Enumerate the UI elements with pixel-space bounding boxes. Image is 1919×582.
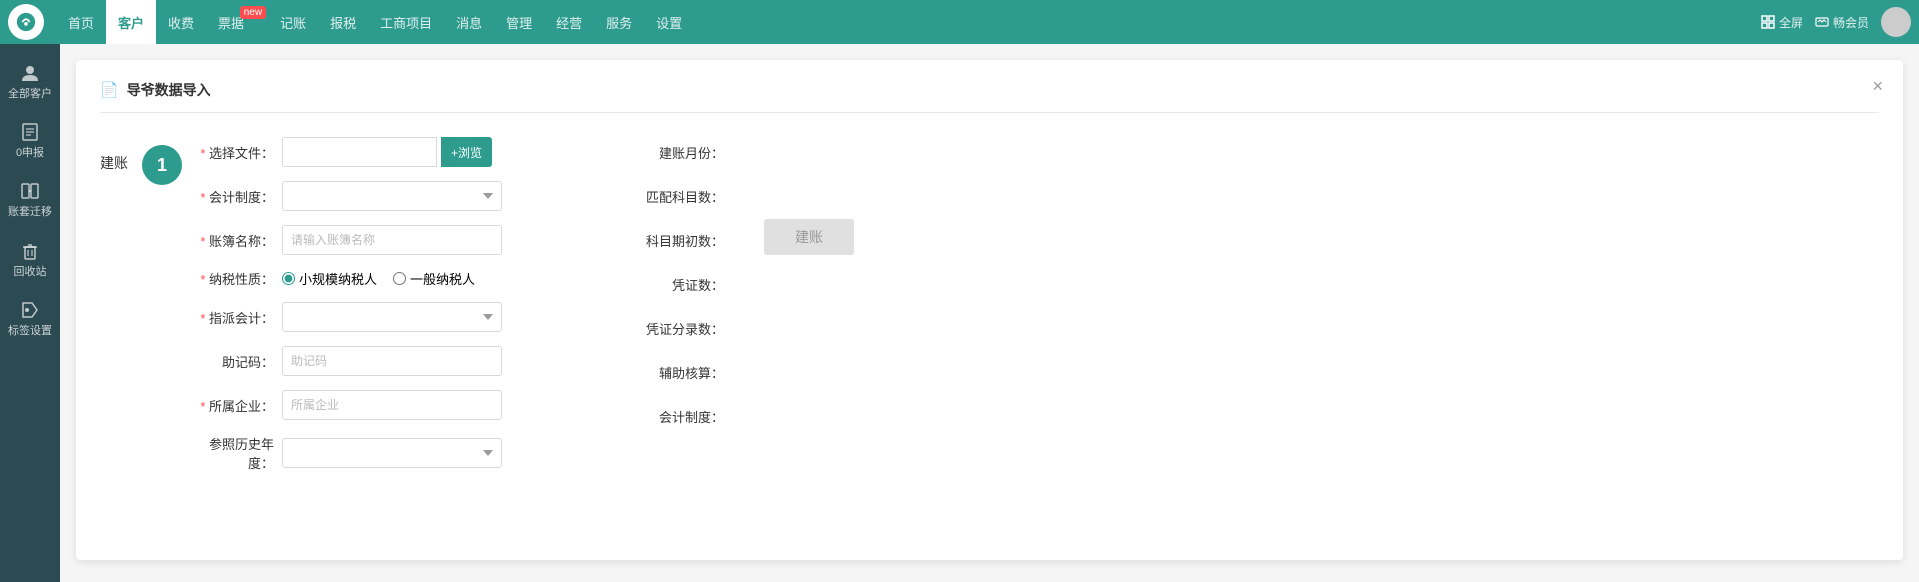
info-aux-value xyxy=(732,357,914,387)
account-migration-icon xyxy=(19,180,41,202)
import-panel: 📄 导爷数据导入 × 建账 1 选择文件： xyxy=(76,60,1903,560)
step-label: 建账 xyxy=(100,153,128,173)
vip-button[interactable]: 畅会员 xyxy=(1815,14,1869,31)
accounting-system-row: 会计制度： xyxy=(194,181,594,211)
info-voucher-label: 凭证数： xyxy=(634,275,724,294)
info-match-label: 匹配科目数： xyxy=(634,187,724,206)
tax-type-label: 纳税性质： xyxy=(194,269,274,288)
tax-type-small-scale[interactable]: 小规模纳税人 xyxy=(282,269,377,288)
ledger-name-label: 账簿名称： xyxy=(194,231,274,250)
sidebar: 全部客户 0申报 账套迁移 xyxy=(0,44,60,582)
nav-item-invoices[interactable]: 票据 new xyxy=(206,0,268,44)
info-aux-row: 辅助核算： xyxy=(634,357,914,387)
company-row: 所属企业： xyxy=(194,390,594,420)
form-right: 建账月份： 匹配科目数： 科目期初数： 建账 xyxy=(634,137,914,472)
nav-item-tax[interactable]: 报税 xyxy=(318,0,368,44)
company-label: 所属企业： xyxy=(194,396,274,415)
panel-title: 导爷数据导入 xyxy=(127,80,211,100)
file-path-input[interactable] xyxy=(282,137,437,167)
sidebar-label-trash: 回收站 xyxy=(14,266,47,279)
nav-item-fees[interactable]: 收费 xyxy=(156,0,206,44)
info-voucher-entries-label: 凭证分录数： xyxy=(634,319,724,338)
sidebar-item-trash[interactable]: 回收站 xyxy=(0,230,60,289)
info-accounting-sys-row: 会计制度： xyxy=(634,401,914,431)
form-fields: 选择文件： +浏览 会计制度： xyxy=(194,137,594,472)
sidebar-label-account-migration: 账套迁移 xyxy=(8,206,52,219)
zero-filing-icon xyxy=(19,121,41,143)
user-avatar[interactable] xyxy=(1881,7,1911,37)
file-select-label: 选择文件： xyxy=(194,143,274,162)
nav-item-settings[interactable]: 设置 xyxy=(644,0,694,44)
info-accounting-sys-value xyxy=(732,401,914,431)
info-voucher-entries-row: 凭证分录数： xyxy=(634,313,914,343)
info-month-label: 建账月份： xyxy=(634,143,724,162)
nav-right-area: 全屏 畅会员 xyxy=(1761,7,1911,37)
panel-header: 📄 导爷数据导入 xyxy=(100,80,1879,113)
sidebar-item-account-migration[interactable]: 账套迁移 xyxy=(0,170,60,229)
sidebar-item-tag-settings[interactable]: 标签设置 xyxy=(0,289,60,348)
top-navigation: 首页 客户 收费 票据 new 记账 报税 工商项目 消息 管理 经营 服务 设… xyxy=(0,0,1919,44)
nav-item-operations[interactable]: 经营 xyxy=(544,0,594,44)
sidebar-label-zero-filing: 0申报 xyxy=(16,147,44,160)
sidebar-item-all-customers[interactable]: 全部客户 xyxy=(0,52,60,111)
accounting-system-select[interactable] xyxy=(282,181,502,211)
memo-code-label: 助记码： xyxy=(194,352,274,371)
info-match-value xyxy=(732,181,914,211)
all-customers-icon xyxy=(19,62,41,84)
tax-type-general[interactable]: 一般纳税人 xyxy=(393,269,475,288)
assigned-accountant-label: 指派会计： xyxy=(194,308,274,327)
assigned-accountant-row: 指派会计： xyxy=(194,302,594,332)
content-area: 📄 导爷数据导入 × 建账 1 选择文件： xyxy=(60,44,1919,582)
sidebar-item-zero-filing[interactable]: 0申报 xyxy=(0,111,60,170)
info-voucher-value xyxy=(732,269,914,299)
ledger-name-row: 账簿名称： xyxy=(194,225,594,255)
form-left: 建账 1 选择文件： +浏览 xyxy=(100,137,594,472)
import-icon: 📄 xyxy=(100,81,119,99)
info-initial-label: 科目期初数： xyxy=(634,231,724,250)
panel-close-button[interactable]: × xyxy=(1872,76,1883,97)
nav-item-services[interactable]: 服务 xyxy=(594,0,644,44)
tax-type-radio-group: 小规模纳税人 一般纳税人 xyxy=(282,269,475,288)
nav-item-business[interactable]: 工商项目 xyxy=(368,0,444,44)
ref-year-row: 参照历史年度： xyxy=(194,434,594,472)
memo-code-row: 助记码： xyxy=(194,346,594,376)
ref-year-select[interactable] xyxy=(282,438,502,468)
ref-year-label: 参照历史年度： xyxy=(194,434,274,472)
nav-item-home[interactable]: 首页 xyxy=(56,0,106,44)
info-accounting-sys-label: 会计制度： xyxy=(634,407,724,426)
nav-item-messages[interactable]: 消息 xyxy=(444,0,494,44)
memo-code-input[interactable] xyxy=(282,346,502,376)
form-layout: 建账 1 选择文件： +浏览 xyxy=(100,137,1879,472)
tax-type-row: 纳税性质： 小规模纳税人 一般纳税人 xyxy=(194,269,594,288)
file-input-group: +浏览 xyxy=(282,137,492,167)
nav-item-management[interactable]: 管理 xyxy=(494,0,544,44)
build-account-button[interactable]: 建账 xyxy=(764,219,854,255)
assigned-accountant-select[interactable] xyxy=(282,302,502,332)
info-voucher-entries-value xyxy=(732,313,914,343)
tag-settings-icon xyxy=(19,299,41,321)
info-month-value xyxy=(732,137,914,167)
company-input[interactable] xyxy=(282,390,502,420)
step-circle: 1 xyxy=(142,145,182,185)
nav-item-bookkeeping[interactable]: 记账 xyxy=(268,0,318,44)
app-logo[interactable] xyxy=(8,4,44,40)
sidebar-label-tag-settings: 标签设置 xyxy=(8,325,52,338)
nav-item-customers[interactable]: 客户 xyxy=(106,0,156,44)
browse-button[interactable]: +浏览 xyxy=(441,137,492,167)
info-aux-label: 辅助核算： xyxy=(634,363,724,382)
ledger-name-input[interactable] xyxy=(282,225,502,255)
new-badge: new xyxy=(240,6,266,19)
trash-icon xyxy=(19,240,41,262)
accounting-system-label: 会计制度： xyxy=(194,187,274,206)
file-select-row: 选择文件： +浏览 xyxy=(194,137,594,167)
info-voucher-row: 凭证数： xyxy=(634,269,914,299)
sidebar-label-all-customers: 全部客户 xyxy=(8,88,52,101)
main-layout: 全部客户 0申报 账套迁移 xyxy=(0,44,1919,582)
info-month-row: 建账月份： xyxy=(634,137,914,167)
fullscreen-button[interactable]: 全屏 xyxy=(1761,14,1803,31)
info-match-row: 匹配科目数： xyxy=(634,181,914,211)
